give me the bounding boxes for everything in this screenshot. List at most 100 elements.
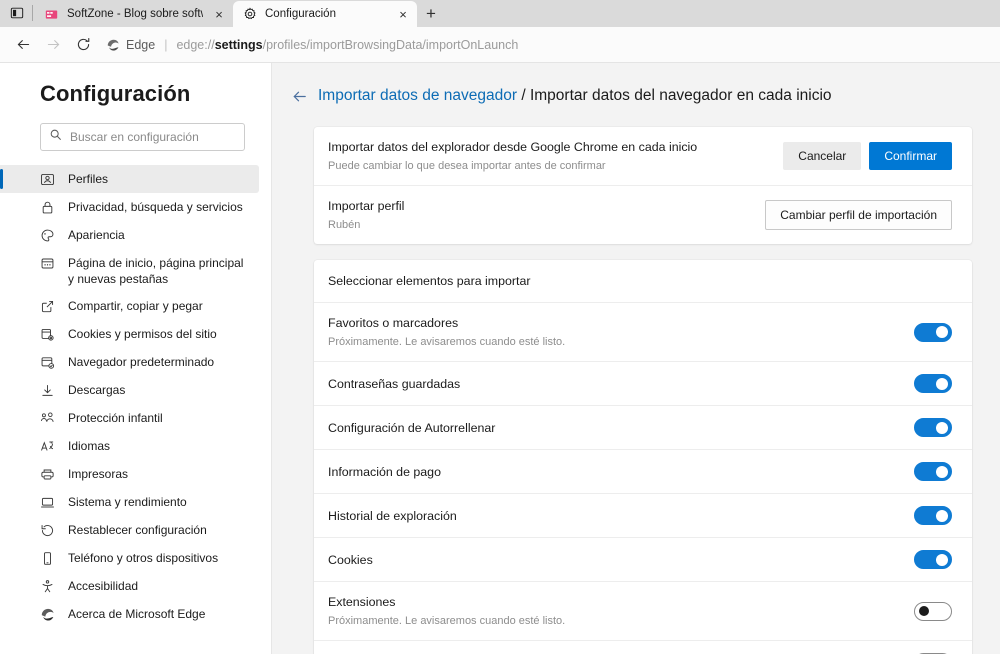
toggle-knob bbox=[919, 606, 929, 616]
sidebar-item-impresoras[interactable]: Impresoras bbox=[0, 460, 259, 488]
forward-button[interactable] bbox=[38, 30, 68, 60]
sidebar-item-compartir[interactable]: Compartir, copiar y pegar bbox=[0, 292, 259, 320]
sidebar-item-proteccion-infantil[interactable]: Protección infantil bbox=[0, 404, 259, 432]
sidebar-item-label: Perfiles bbox=[68, 172, 109, 186]
change-import-profile-button[interactable]: Cambiar perfil de importación bbox=[765, 200, 952, 230]
tab-title: SoftZone - Blog sobre software bbox=[67, 8, 203, 20]
sidebar-item-descargas[interactable]: Descargas bbox=[0, 376, 259, 404]
toggle-historial[interactable] bbox=[914, 506, 952, 525]
sidebar-item-label: Compartir, copiar y pegar bbox=[68, 299, 203, 313]
tab-actions-button[interactable] bbox=[4, 0, 30, 26]
gear-icon bbox=[242, 7, 257, 22]
toggle-row-texts: Configuración de Autorrellenar bbox=[328, 420, 900, 436]
omnibox-separator: | bbox=[164, 37, 168, 52]
sidebar-item-apariencia[interactable]: Apariencia bbox=[0, 221, 259, 249]
sidebar-item-acerca-de[interactable]: Acerca de Microsoft Edge bbox=[0, 600, 259, 628]
select-items-header-texts: Seleccionar elementos para importar bbox=[328, 273, 952, 289]
edge-logo-icon bbox=[104, 38, 122, 52]
toggle-row-contrasenas: Contraseñas guardadas bbox=[314, 361, 972, 405]
languages-icon bbox=[38, 437, 56, 455]
tab-close-icon[interactable]: × bbox=[211, 6, 227, 22]
toggle-knob bbox=[936, 326, 948, 338]
toggle-cookies[interactable] bbox=[914, 550, 952, 569]
toggle-row-autorrellenar: Configuración de Autorrellenar bbox=[314, 405, 972, 449]
sidebar-item-navegador-predeterminado[interactable]: Navegador predeterminado bbox=[0, 348, 259, 376]
sidebar-item-privacidad[interactable]: Privacidad, búsqueda y servicios bbox=[0, 193, 259, 221]
import-profile-title: Importar perfil bbox=[328, 199, 405, 213]
toggle-row-title: Extensiones bbox=[328, 595, 396, 609]
sidebar-item-telefono[interactable]: Teléfono y otros dispositivos bbox=[0, 544, 259, 572]
system-icon bbox=[38, 493, 56, 511]
sidebar-item-label: Apariencia bbox=[68, 228, 125, 242]
sidebar-item-sistema[interactable]: Sistema y rendimiento bbox=[0, 488, 259, 516]
softzone-favicon bbox=[44, 7, 59, 22]
tab-configuracion[interactable]: Configuración × bbox=[233, 1, 417, 27]
settings-sidebar: Configuración Perfiles Privacidad, búsqu… bbox=[0, 63, 272, 654]
import-header-row: Importar datos del explorador desde Goog… bbox=[314, 127, 972, 185]
address-bar[interactable]: Edge | edge://settings/profiles/importBr… bbox=[104, 31, 992, 58]
toggle-informacion-pago[interactable] bbox=[914, 462, 952, 481]
tab-divider bbox=[32, 5, 33, 21]
toggle-row-extensiones: Extensiones Próximamente. Le avisaremos … bbox=[314, 581, 972, 640]
sidebar-item-restablecer[interactable]: Restablecer configuración bbox=[0, 516, 259, 544]
cancel-button[interactable]: Cancelar bbox=[783, 142, 862, 170]
toggle-row-sub: Próximamente. Le avisaremos cuando esté … bbox=[328, 336, 566, 348]
toggle-row-informacion-pago: Información de pago bbox=[314, 449, 972, 493]
share-icon bbox=[38, 297, 56, 315]
back-button[interactable] bbox=[8, 30, 38, 60]
toggle-row-texts: Información de pago bbox=[328, 464, 900, 480]
sidebar-item-label: Teléfono y otros dispositivos bbox=[68, 551, 219, 565]
url-suffix: /profiles/importBrowsingData/importOnLau… bbox=[262, 37, 519, 52]
default-browser-icon bbox=[38, 353, 56, 371]
tab-close-icon[interactable]: × bbox=[395, 6, 411, 22]
toggle-extensiones[interactable] bbox=[914, 601, 952, 621]
edge-brand-label: Edge bbox=[126, 37, 156, 52]
import-subtitle: Puede cambiar lo que desea importar ante… bbox=[328, 160, 606, 172]
accessibility-icon bbox=[38, 577, 56, 595]
sidebar-item-perfiles[interactable]: Perfiles bbox=[0, 165, 259, 193]
toggle-row-title: Configuración de Autorrellenar bbox=[328, 420, 496, 435]
toggle-favoritos[interactable] bbox=[914, 322, 952, 342]
breadcrumb-text: Importar datos de navegador / Importar d… bbox=[318, 87, 832, 105]
sidebar-item-idiomas[interactable]: Idiomas bbox=[0, 432, 259, 460]
cookies-icon bbox=[38, 325, 56, 343]
breadcrumb-link[interactable]: Importar datos de navegador bbox=[318, 87, 517, 104]
sidebar-item-label: Página de inicio, página principal y nue… bbox=[68, 256, 244, 286]
toggle-row-title: Información de pago bbox=[328, 464, 441, 479]
sidebar-item-label: Acerca de Microsoft Edge bbox=[68, 607, 206, 621]
import-title: Importar datos del explorador desde Goog… bbox=[328, 140, 698, 154]
reset-icon bbox=[38, 521, 56, 539]
new-tab-button[interactable]: + bbox=[417, 1, 445, 27]
tab-actions-icon bbox=[10, 7, 24, 19]
sidebar-item-cookies[interactable]: Cookies y permisos del sitio bbox=[0, 320, 259, 348]
toggle-row-title: Historial de exploración bbox=[328, 508, 457, 523]
confirm-button[interactable]: Confirmar bbox=[869, 142, 952, 170]
toggle-knob bbox=[936, 421, 948, 434]
browser-window: SoftZone - Blog sobre software × Configu… bbox=[0, 0, 1000, 654]
tab-softzone[interactable]: SoftZone - Blog sobre software × bbox=[35, 1, 233, 27]
breadcrumb-current: / Importar datos del navegador en cada i… bbox=[517, 87, 832, 104]
import-profile-row: Importar perfil Rubén Cambiar perfil de … bbox=[314, 185, 972, 244]
appearance-icon bbox=[38, 226, 56, 244]
edge-logo-icon bbox=[38, 605, 56, 623]
address-bar-url: edge://settings/profiles/importBrowsingD… bbox=[176, 38, 518, 52]
toggle-row-texts: Extensiones Próximamente. Le avisaremos … bbox=[328, 594, 900, 628]
sidebar-item-label: Accesibilidad bbox=[68, 579, 139, 593]
sidebar-item-label: Protección infantil bbox=[68, 411, 163, 425]
sidebar-item-accesibilidad[interactable]: Accesibilidad bbox=[0, 572, 259, 600]
toggle-autorrellenar[interactable] bbox=[914, 418, 952, 437]
profile-icon bbox=[38, 170, 56, 188]
search-box[interactable] bbox=[40, 123, 245, 151]
breadcrumb-back-button[interactable] bbox=[286, 83, 312, 109]
settings-page: Configuración Perfiles Privacidad, búsqu… bbox=[0, 63, 1000, 654]
phone-icon bbox=[38, 549, 56, 567]
search-input[interactable] bbox=[70, 130, 236, 144]
toggle-row-texts: Contraseñas guardadas bbox=[328, 376, 900, 392]
forward-arrow-icon bbox=[47, 40, 59, 49]
toggle-contrasenas[interactable] bbox=[914, 374, 952, 393]
refresh-button[interactable] bbox=[68, 30, 98, 60]
toggle-row-historial: Historial de exploración bbox=[314, 493, 972, 537]
sidebar-item-pagina-inicio[interactable]: Página de inicio, página principal y nue… bbox=[0, 249, 259, 292]
download-icon bbox=[38, 381, 56, 399]
toggle-row-cookies: Cookies bbox=[314, 537, 972, 581]
